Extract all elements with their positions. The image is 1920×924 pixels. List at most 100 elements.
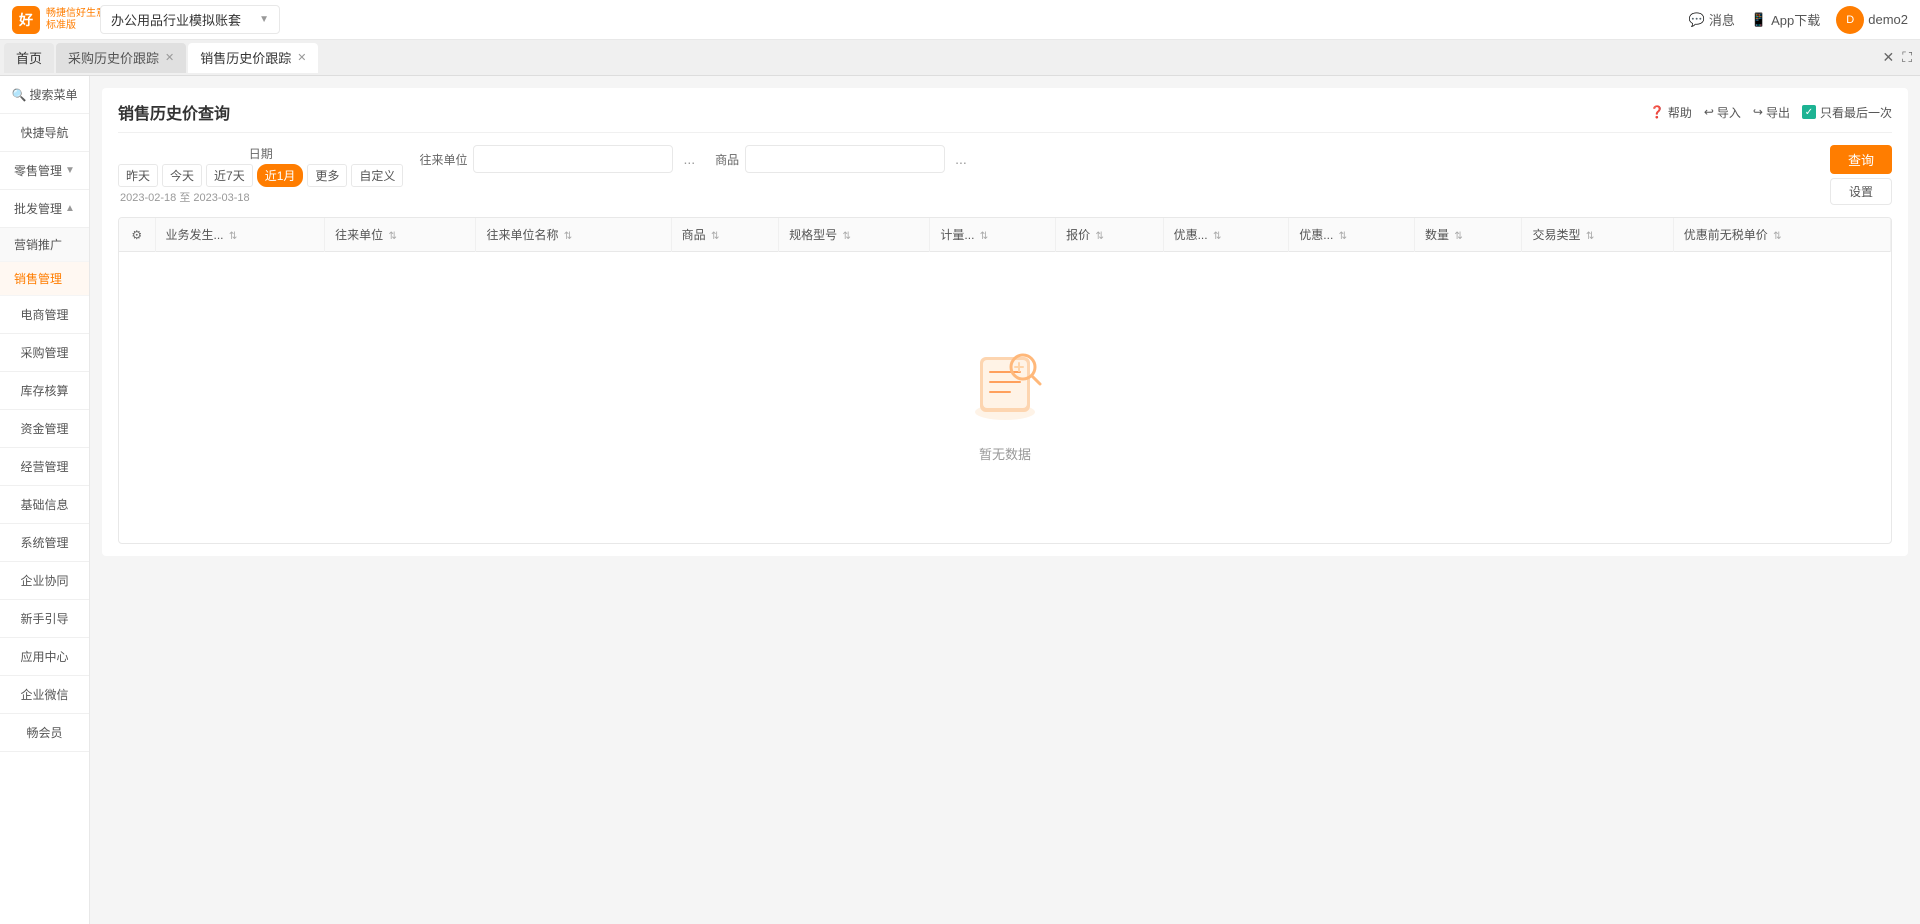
logo: 好 畅捷信好生意 标准版	[12, 6, 92, 34]
sidebar-item-search[interactable]: 🔍 搜索菜单	[0, 76, 89, 114]
message-btn[interactable]: 💬 消息	[1689, 10, 1735, 29]
th-pretax-price[interactable]: 优惠前无税单价 ⇅	[1673, 218, 1890, 252]
empty-illustration	[955, 332, 1055, 432]
sidebar-item-quick-nav[interactable]: 快捷导航	[0, 114, 89, 152]
sidebar-item-app-center[interactable]: 应用中心	[0, 638, 89, 676]
tab-close-all-icon[interactable]: ✕	[1882, 49, 1894, 66]
tab-sales-history[interactable]: 销售历史价跟踪 ✕	[188, 43, 318, 73]
counterparty-input[interactable]	[473, 145, 673, 173]
page-title-row: 销售历史价查询 ❓ 帮助 ↩ 导入 ↪ 导出 ✓	[118, 100, 1892, 133]
sort-quantity-icon: ⇅	[1454, 231, 1462, 242]
sidebar-item-wholesale[interactable]: 批发管理 ▲	[0, 190, 89, 228]
product-filter-group: 商品 ...	[715, 145, 971, 173]
export-icon: ↪	[1753, 105, 1763, 119]
date-btn-yesterday[interactable]: 昨天	[118, 164, 158, 187]
sidebar-item-member[interactable]: 畅会员	[0, 714, 89, 752]
th-product[interactable]: 商品 ⇅	[671, 218, 778, 252]
th-biz-date[interactable]: 业务发生... ⇅	[155, 218, 325, 252]
sidebar-item-retail[interactable]: 零售管理 ▼	[0, 152, 89, 190]
th-unit[interactable]: 计量... ⇅	[930, 218, 1056, 252]
workspace-label: 办公用品行业模拟账套	[111, 10, 241, 29]
retail-arrow-icon: ▼	[65, 165, 75, 176]
help-btn[interactable]: ❓ 帮助	[1650, 104, 1692, 121]
th-discount2[interactable]: 优惠... ⇅	[1289, 218, 1415, 252]
app-icon: 📱	[1751, 12, 1767, 28]
filter-actions: 查询 设置	[1830, 145, 1892, 205]
table-container: ⚙ 业务发生... ⇅ 往来单位 ⇅ 往来单位名称	[118, 217, 1892, 544]
product-label: 商品	[715, 151, 739, 168]
date-btn-custom[interactable]: 自定义	[351, 164, 403, 187]
tab-sales-history-close[interactable]: ✕	[297, 51, 306, 64]
table-header-row: ⚙ 业务发生... ⇅ 往来单位 ⇅ 往来单位名称	[119, 218, 1891, 252]
sort-product-icon: ⇅	[711, 231, 719, 242]
avatar: D	[1836, 6, 1864, 34]
sort-unit-icon: ⇅	[980, 231, 988, 242]
date-buttons: 昨天 今天 近7天 近1月 更多 自定义	[118, 164, 403, 187]
product-ellipsis[interactable]: ...	[951, 151, 971, 167]
th-spec[interactable]: 规格型号 ⇅	[779, 218, 930, 252]
message-icon: 💬	[1689, 12, 1705, 28]
sidebar-item-operations[interactable]: 经营管理	[0, 448, 89, 486]
app-download-btn[interactable]: 📱 App下载	[1751, 10, 1820, 29]
sort-biz-date-icon: ⇅	[229, 231, 237, 242]
tab-bar: 首页 采购历史价跟踪 ✕ 销售历史价跟踪 ✕ ✕ ⛶	[0, 40, 1920, 76]
date-btn-7days[interactable]: 近7天	[206, 164, 253, 187]
sidebar-item-marketing[interactable]: 营销推广	[0, 228, 89, 262]
import-icon: ↩	[1704, 105, 1714, 119]
import-btn[interactable]: ↩ 导入	[1704, 104, 1741, 121]
sidebar-item-inventory[interactable]: 库存核算	[0, 372, 89, 410]
sidebar-item-basic-info[interactable]: 基础信息	[0, 486, 89, 524]
tab-purchase-history-close[interactable]: ✕	[165, 51, 174, 64]
top-bar: 好 畅捷信好生意 标准版 办公用品行业模拟账套 ▼ 💬 消息 📱 App下载 D…	[0, 0, 1920, 40]
counterparty-ellipsis[interactable]: ...	[679, 151, 699, 167]
th-quantity[interactable]: 数量 ⇅	[1415, 218, 1522, 252]
workspace-selector[interactable]: 办公用品行业模拟账套 ▼	[100, 5, 280, 34]
wholesale-arrow-icon: ▲	[65, 203, 75, 214]
sort-spec-icon: ⇅	[842, 231, 850, 242]
counterparty-filter-group: 往来单位 ...	[419, 145, 699, 173]
sidebar-item-system[interactable]: 系统管理	[0, 524, 89, 562]
th-trade-type[interactable]: 交易类型 ⇅	[1522, 218, 1673, 252]
date-range-text: 2023-02-18 至 2023-03-18	[120, 189, 403, 205]
main-layout: 🔍 搜索菜单 快捷导航 零售管理 ▼ 批发管理 ▲ 营销推广 销售管理 电商管理…	[0, 76, 1920, 924]
query-button[interactable]: 查询	[1830, 145, 1892, 174]
sidebar-item-purchase[interactable]: 采购管理	[0, 334, 89, 372]
sort-pretax-price-icon: ⇅	[1773, 231, 1781, 242]
logo-text: 畅捷信好生意 标准版	[46, 8, 106, 32]
date-btn-today[interactable]: 今天	[162, 164, 202, 187]
settings-button[interactable]: 设置	[1830, 178, 1892, 205]
sort-trade-type-icon: ⇅	[1586, 231, 1594, 242]
page-title: 销售历史价查询	[118, 100, 230, 124]
data-table: ⚙ 业务发生... ⇅ 往来单位 ⇅ 往来单位名称	[119, 218, 1891, 252]
th-counterparty-code[interactable]: 往来单位 ⇅	[325, 218, 476, 252]
tab-maximize-icon[interactable]: ⛶	[1902, 49, 1912, 66]
top-bar-right: 💬 消息 📱 App下载 D demo2	[1689, 6, 1908, 34]
user-avatar[interactable]: D demo2	[1836, 6, 1908, 34]
counterparty-label: 往来单位	[419, 151, 467, 168]
sidebar-item-enterprise[interactable]: 企业协同	[0, 562, 89, 600]
sidebar-item-wechat[interactable]: 企业微信	[0, 676, 89, 714]
help-icon: ❓	[1650, 105, 1665, 119]
tab-purchase-history[interactable]: 采购历史价跟踪 ✕	[56, 43, 186, 73]
export-btn[interactable]: ↪ 导出	[1753, 104, 1790, 121]
th-counterparty-name[interactable]: 往来单位名称 ⇅	[476, 218, 671, 252]
tab-home[interactable]: 首页	[4, 43, 54, 73]
sidebar-item-ecommerce[interactable]: 电商管理	[0, 296, 89, 334]
date-filter-group: 日期 昨天 今天 近7天 近1月 更多 自定义 2023-02-18 至 202…	[118, 145, 403, 205]
sort-discount2-icon: ⇅	[1339, 231, 1347, 242]
th-discount1[interactable]: 优惠... ⇅	[1163, 218, 1289, 252]
date-btn-more[interactable]: 更多	[307, 164, 347, 187]
only-last-checkbox[interactable]: ✓ 只看最后一次	[1802, 104, 1892, 121]
column-settings-icon[interactable]: ⚙	[131, 228, 142, 242]
tab-bar-actions: ✕ ⛶	[1882, 49, 1916, 66]
th-quoted-price[interactable]: 报价 ⇅	[1056, 218, 1163, 252]
sort-counterparty-name-icon: ⇅	[564, 231, 572, 242]
filter-row: 日期 昨天 今天 近7天 近1月 更多 自定义 2023-02-18 至 202…	[118, 145, 1892, 205]
th-settings: ⚙	[119, 218, 155, 252]
sidebar-item-guide[interactable]: 新手引导	[0, 600, 89, 638]
date-btn-1month[interactable]: 近1月	[257, 164, 304, 187]
sidebar-item-finance[interactable]: 资金管理	[0, 410, 89, 448]
sort-discount1-icon: ⇅	[1213, 231, 1221, 242]
product-input[interactable]	[745, 145, 945, 173]
sidebar-item-sales-mgmt[interactable]: 销售管理	[0, 262, 89, 296]
